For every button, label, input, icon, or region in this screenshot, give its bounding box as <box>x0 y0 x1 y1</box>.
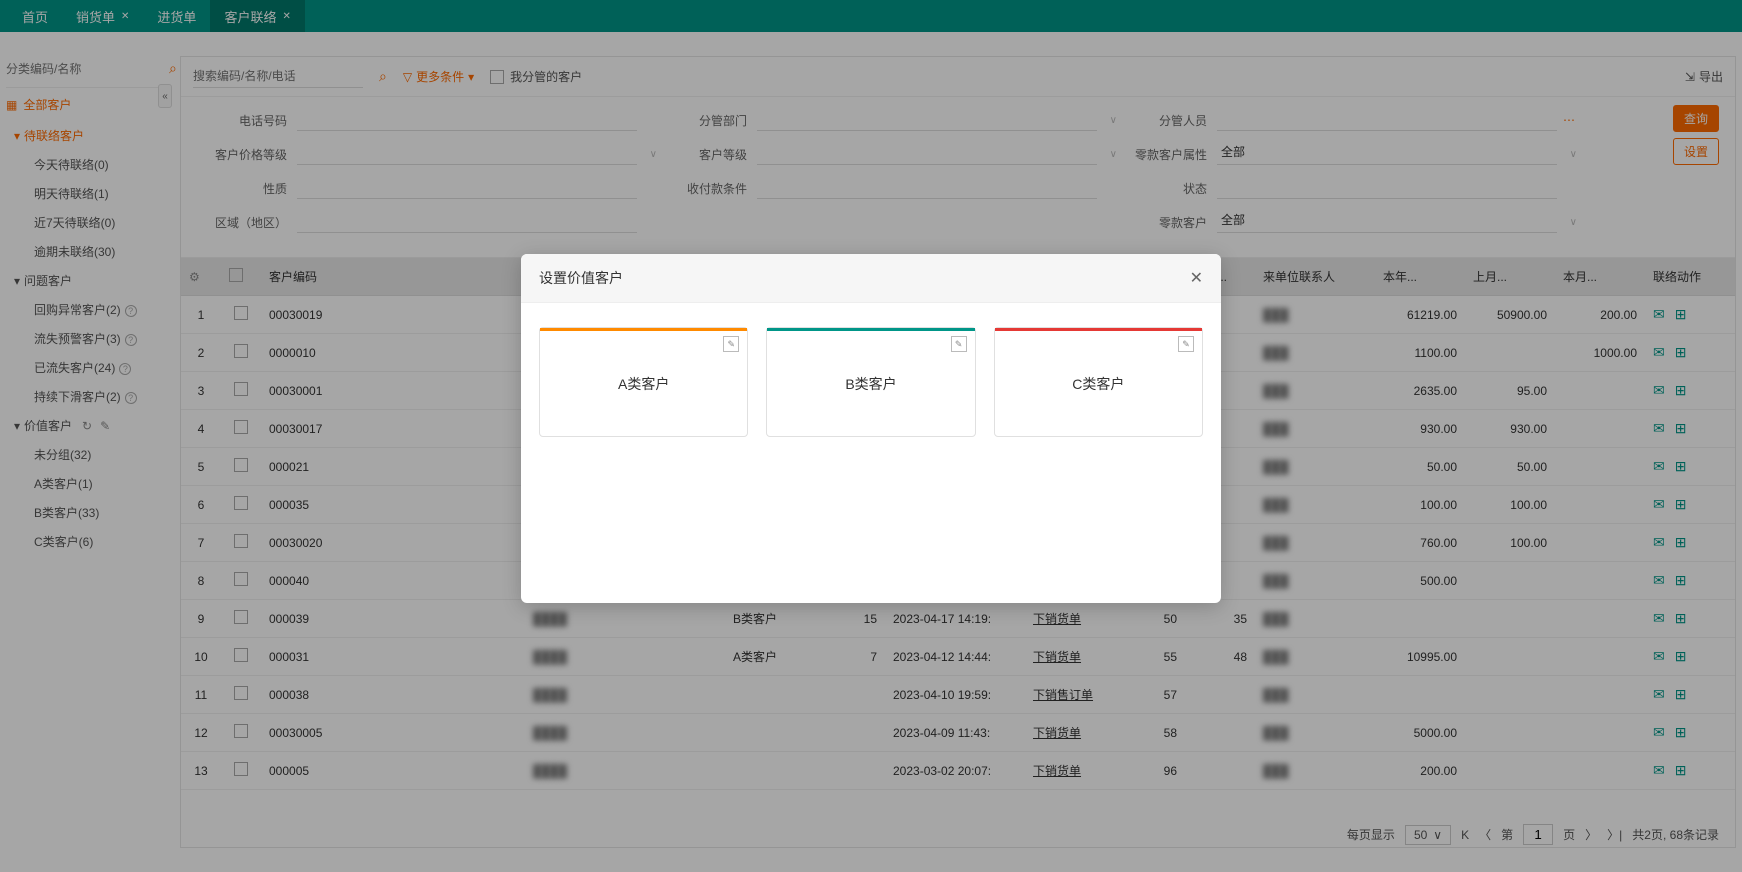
edit-icon[interactable]: ✎ <box>723 336 739 352</box>
edit-icon[interactable]: ✎ <box>951 336 967 352</box>
edit-icon[interactable]: ✎ <box>1178 336 1194 352</box>
card-label-b: B类客户 <box>767 374 974 394</box>
card-class-a[interactable]: ✎ A类客户 <box>539 327 748 437</box>
value-customer-modal: 设置价值客户 ✕ ✎ A类客户 ✎ B类客户 ✎ C类客户 <box>521 254 1221 603</box>
modal-title: 设置价值客户 <box>539 268 623 288</box>
card-label-c: C类客户 <box>995 374 1202 394</box>
card-class-c[interactable]: ✎ C类客户 <box>994 327 1203 437</box>
close-icon[interactable]: ✕ <box>1190 268 1203 288</box>
card-label-a: A类客户 <box>540 374 747 394</box>
card-class-b[interactable]: ✎ B类客户 <box>766 327 975 437</box>
